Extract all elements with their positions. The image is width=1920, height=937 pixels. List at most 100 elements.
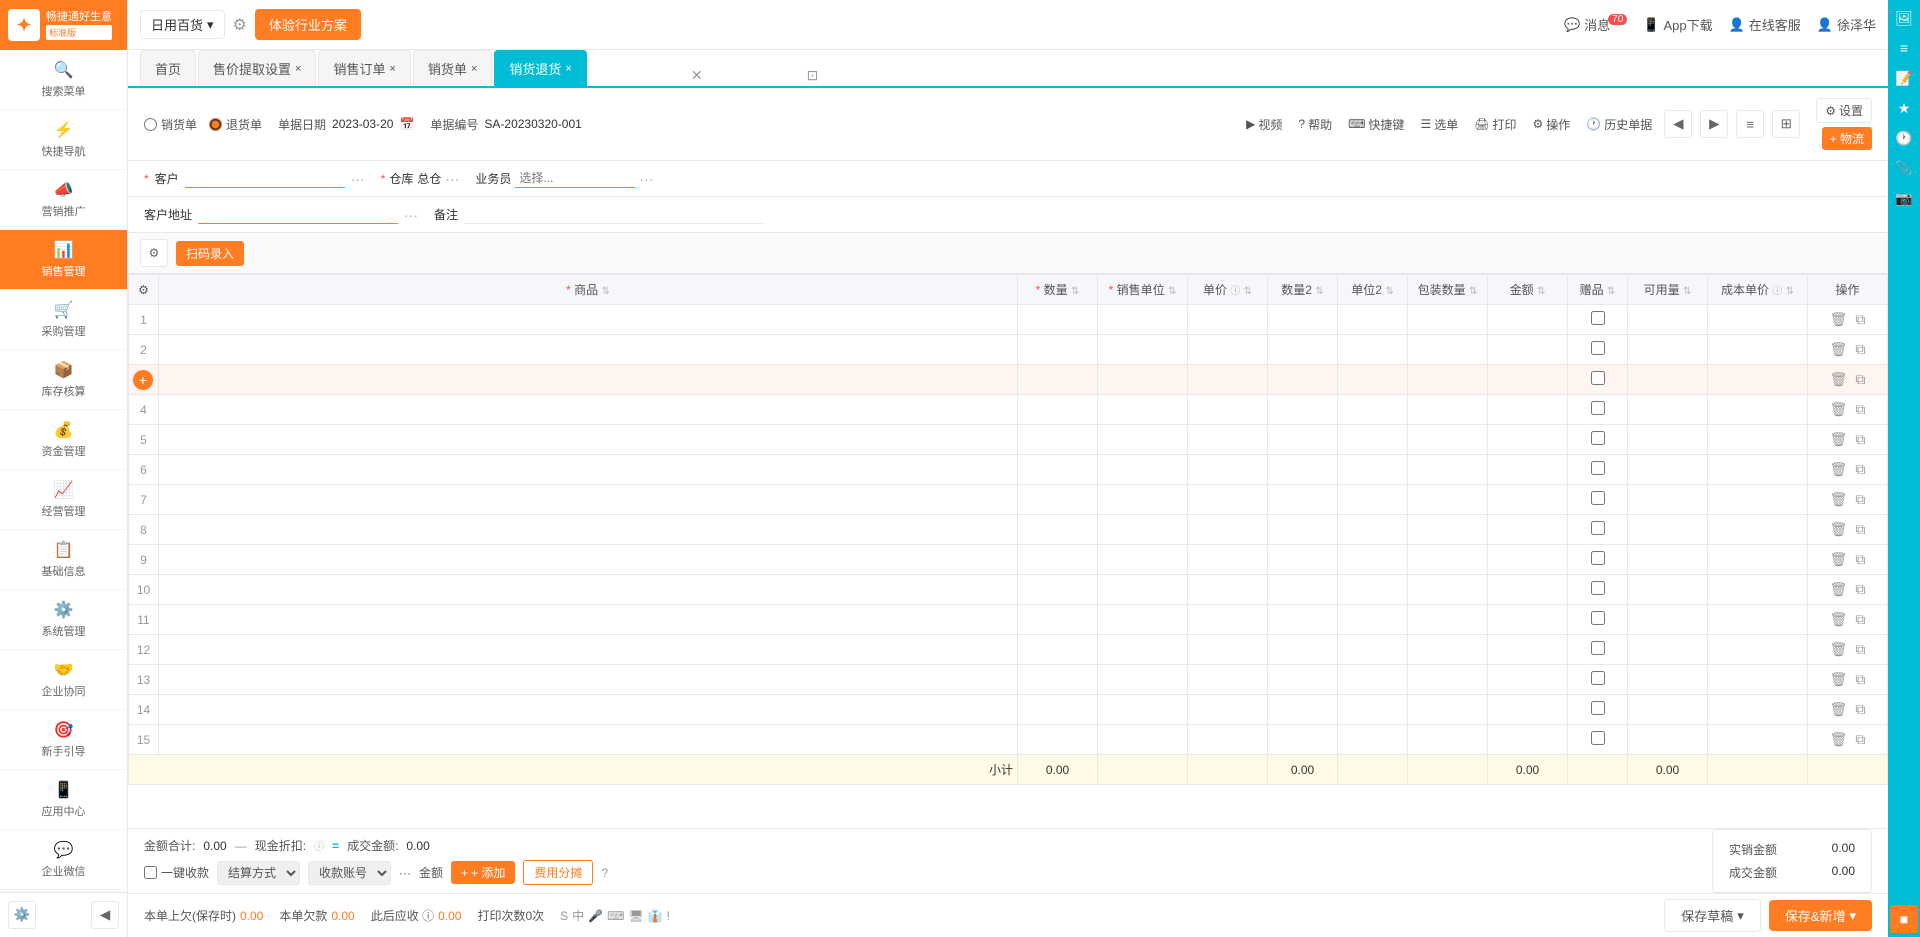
- copy-row-btn[interactable]: ⧉: [1853, 639, 1867, 660]
- sort-icon[interactable]: ⇅: [1607, 286, 1615, 297]
- data-cell[interactable]: [1338, 365, 1408, 395]
- sort-icon[interactable]: ⇅: [601, 286, 609, 297]
- sort-icon[interactable]: ⇅: [1469, 286, 1477, 297]
- copy-row-btn[interactable]: ⧉: [1853, 369, 1867, 390]
- account-select[interactable]: 收款账号: [308, 861, 391, 885]
- product-cell[interactable]: [159, 515, 1018, 545]
- data-cell[interactable]: [1338, 395, 1408, 425]
- sidebar-item-shortcut[interactable]: ⚡ 快捷导航: [0, 110, 127, 170]
- data-cell[interactable]: [1188, 425, 1268, 455]
- data-cell[interactable]: [1488, 665, 1568, 695]
- data-cell[interactable]: [1488, 575, 1568, 605]
- data-cell[interactable]: [1188, 635, 1268, 665]
- data-cell[interactable]: [1338, 725, 1408, 755]
- gift-cell[interactable]: [1568, 305, 1628, 335]
- action-select-btn[interactable]: ☰ 选单: [1416, 114, 1462, 135]
- data-cell[interactable]: [1188, 605, 1268, 635]
- product-cell[interactable]: [159, 665, 1018, 695]
- address-input[interactable]: [198, 205, 398, 224]
- sidebar-item-search[interactable]: 🔍 搜索菜单: [0, 50, 127, 110]
- sort-icon[interactable]: ⇅: [1244, 286, 1252, 297]
- delete-row-btn[interactable]: 🗑: [1828, 639, 1850, 660]
- action-history-btn[interactable]: 🕐 历史单据: [1582, 114, 1656, 135]
- fee-split-btn[interactable]: 费用分摊: [523, 860, 593, 885]
- gift-cell[interactable]: [1568, 605, 1628, 635]
- data-cell[interactable]: [1408, 305, 1488, 335]
- data-cell[interactable]: [1098, 335, 1188, 365]
- data-cell[interactable]: [1708, 665, 1808, 695]
- data-cell[interactable]: [1268, 605, 1338, 635]
- data-cell[interactable]: [1268, 305, 1338, 335]
- data-cell[interactable]: [1488, 335, 1568, 365]
- data-cell[interactable]: [1188, 725, 1268, 755]
- data-cell[interactable]: [1188, 395, 1268, 425]
- data-cell[interactable]: [1488, 725, 1568, 755]
- scan-input-btn[interactable]: 扫码录入: [176, 241, 244, 266]
- data-cell[interactable]: [1338, 335, 1408, 365]
- customer-select-btn[interactable]: ···: [351, 171, 365, 187]
- gift-cell[interactable]: [1568, 425, 1628, 455]
- sidebar-item-purchase[interactable]: 🛒 采购管理: [0, 290, 127, 350]
- calendar-icon[interactable]: 📅: [399, 117, 414, 131]
- data-cell[interactable]: [1098, 605, 1188, 635]
- data-cell[interactable]: [1708, 575, 1808, 605]
- info-icon[interactable]: ⓘ: [1772, 286, 1782, 297]
- delete-row-btn[interactable]: 🗑: [1828, 489, 1850, 510]
- tab-sale-return[interactable]: 销货退货 ×: [494, 50, 586, 86]
- delete-row-btn[interactable]: 🗑: [1828, 669, 1850, 690]
- copy-row-btn[interactable]: ⧉: [1853, 429, 1867, 450]
- radio-return[interactable]: 退货单: [209, 116, 262, 133]
- data-cell[interactable]: [1628, 635, 1708, 665]
- tab-close-window-btn[interactable]: ✕: [689, 65, 705, 86]
- save-new-btn[interactable]: 保存&新增 ▾: [1769, 900, 1872, 931]
- data-cell[interactable]: [1408, 695, 1488, 725]
- data-cell[interactable]: [1408, 665, 1488, 695]
- sidebar-settings-btn[interactable]: ⚙️: [8, 901, 36, 929]
- add-logistics-btn[interactable]: + 物流: [1822, 127, 1872, 150]
- gift-cell[interactable]: [1568, 365, 1628, 395]
- gift-cell[interactable]: [1568, 695, 1628, 725]
- product-cell[interactable]: [159, 725, 1018, 755]
- right-panel-star-btn[interactable]: ★: [1890, 94, 1918, 122]
- data-cell[interactable]: [1338, 665, 1408, 695]
- gift-checkbox[interactable]: [1591, 671, 1605, 685]
- product-cell[interactable]: [159, 305, 1018, 335]
- data-cell[interactable]: [1708, 635, 1808, 665]
- data-cell[interactable]: [1488, 305, 1568, 335]
- tab-sale-delivery[interactable]: 销货单 ×: [413, 50, 492, 86]
- product-cell[interactable]: [159, 635, 1018, 665]
- staff-select-btn[interactable]: ···: [639, 171, 653, 187]
- data-cell[interactable]: [1018, 485, 1098, 515]
- action-print-btn[interactable]: 🖨 打印: [1470, 114, 1520, 135]
- data-cell[interactable]: [1338, 575, 1408, 605]
- data-cell[interactable]: [1628, 515, 1708, 545]
- data-cell[interactable]: [1188, 455, 1268, 485]
- data-cell[interactable]: [1408, 635, 1488, 665]
- data-cell[interactable]: [1628, 575, 1708, 605]
- copy-row-btn[interactable]: ⧉: [1853, 699, 1867, 720]
- data-cell[interactable]: [1098, 545, 1188, 575]
- gift-cell[interactable]: [1568, 575, 1628, 605]
- sort-icon[interactable]: ⇅: [1168, 286, 1176, 297]
- gift-checkbox[interactable]: [1591, 491, 1605, 505]
- data-cell[interactable]: [1018, 515, 1098, 545]
- data-cell[interactable]: [1708, 545, 1808, 575]
- data-cell[interactable]: [1098, 455, 1188, 485]
- trial-btn[interactable]: 体验行业方案: [255, 9, 361, 40]
- gift-checkbox[interactable]: [1591, 521, 1605, 535]
- data-cell[interactable]: [1488, 395, 1568, 425]
- customer-input[interactable]: [185, 169, 345, 188]
- right-panel-camera-btn[interactable]: 📷: [1890, 184, 1918, 212]
- data-cell[interactable]: [1018, 305, 1098, 335]
- data-cell[interactable]: [1338, 485, 1408, 515]
- copy-row-btn[interactable]: ⧉: [1853, 489, 1867, 510]
- action-video-btn[interactable]: ▶ 视频: [1242, 114, 1286, 135]
- info-icon[interactable]: ⓘ: [1230, 286, 1240, 297]
- nav-prev-btn[interactable]: ◀: [1664, 110, 1692, 138]
- data-cell[interactable]: [1628, 665, 1708, 695]
- gift-checkbox[interactable]: [1591, 401, 1605, 415]
- product-cell[interactable]: [159, 425, 1018, 455]
- data-cell[interactable]: [1268, 545, 1338, 575]
- data-cell[interactable]: [1188, 515, 1268, 545]
- app-download-btn[interactable]: 📱 App下载: [1643, 15, 1712, 34]
